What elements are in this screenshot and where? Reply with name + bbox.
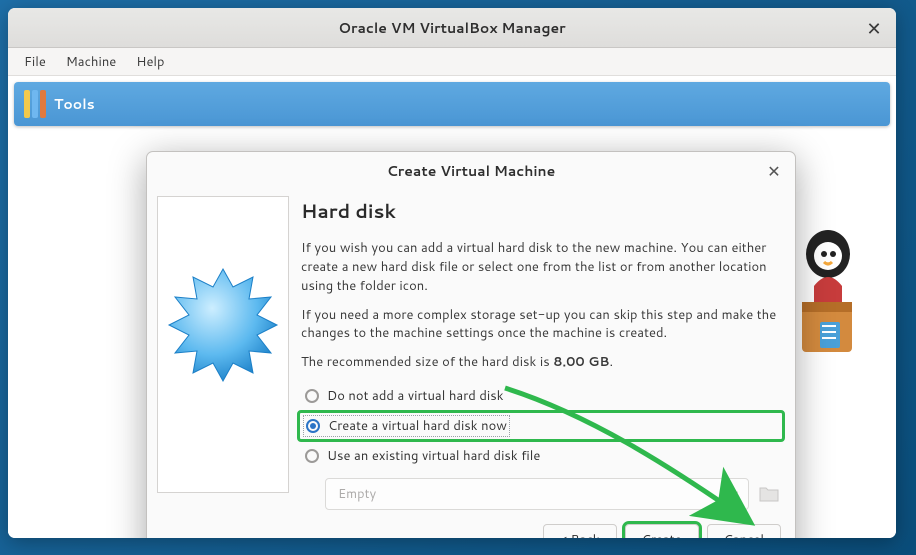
radio-no-hard-disk[interactable]: Do not add a virtual hard disk xyxy=(301,382,781,410)
content-area: Tools Create Virtual Machine xyxy=(8,76,896,538)
create-vm-dialog: Create Virtual Machine ✕ xyxy=(146,151,796,538)
titlebar: Oracle VM VirtualBox Manager ✕ xyxy=(8,8,896,48)
back-button[interactable]: < Back xyxy=(543,524,616,538)
wizard-paragraph-3: The recommended size of the hard disk is… xyxy=(301,353,781,372)
wizard-paragraph-1: If you wish you can add a virtual hard d… xyxy=(301,239,781,296)
radio-label: Use an existing virtual hard disk file xyxy=(327,447,540,465)
radio-create-now[interactable]: Create a virtual hard disk now xyxy=(297,410,785,442)
wizard-heading: Hard disk xyxy=(301,198,781,225)
menubar: File Machine Help xyxy=(8,48,896,76)
cancel-button[interactable]: Cancel xyxy=(707,524,781,538)
hard-disk-radio-group: Do not add a virtual hard disk Create a … xyxy=(301,382,781,470)
radio-icon xyxy=(305,389,319,403)
combo-value: Empty xyxy=(338,485,376,503)
window-close-icon[interactable]: ✕ xyxy=(864,18,884,38)
window-title: Oracle VM VirtualBox Manager xyxy=(338,18,565,38)
menu-file[interactable]: File xyxy=(16,49,54,75)
menu-help[interactable]: Help xyxy=(128,49,172,75)
dialog-titlebar: Create Virtual Machine ✕ xyxy=(147,152,795,190)
dialog-buttons: < Back Create Cancel xyxy=(147,510,795,538)
chevron-down-icon: ▼ xyxy=(729,486,740,502)
radio-icon xyxy=(306,419,320,433)
dialog-close-icon[interactable]: ✕ xyxy=(763,160,785,182)
radio-label: Create a virtual hard disk now xyxy=(328,417,507,435)
browse-folder-button xyxy=(757,482,781,506)
menu-machine[interactable]: Machine xyxy=(58,49,124,75)
main-window: Oracle VM VirtualBox Manager ✕ File Mach… xyxy=(8,8,896,538)
radio-icon xyxy=(305,449,319,463)
radio-label: Do not add a virtual hard disk xyxy=(327,387,504,405)
create-button[interactable]: Create xyxy=(625,524,699,538)
radio-use-existing[interactable]: Use an existing virtual hard disk file xyxy=(301,442,781,470)
wizard-content: Hard disk If you wish you can add a virt… xyxy=(301,196,781,510)
wizard-paragraph-2: If you need a more complex storage set-u… xyxy=(301,306,781,344)
dialog-backdrop: Create Virtual Machine ✕ xyxy=(8,76,896,538)
wizard-illustration xyxy=(157,196,289,493)
dialog-title: Create Virtual Machine xyxy=(387,161,556,181)
existing-disk-combo: Empty ▼ xyxy=(325,478,749,510)
